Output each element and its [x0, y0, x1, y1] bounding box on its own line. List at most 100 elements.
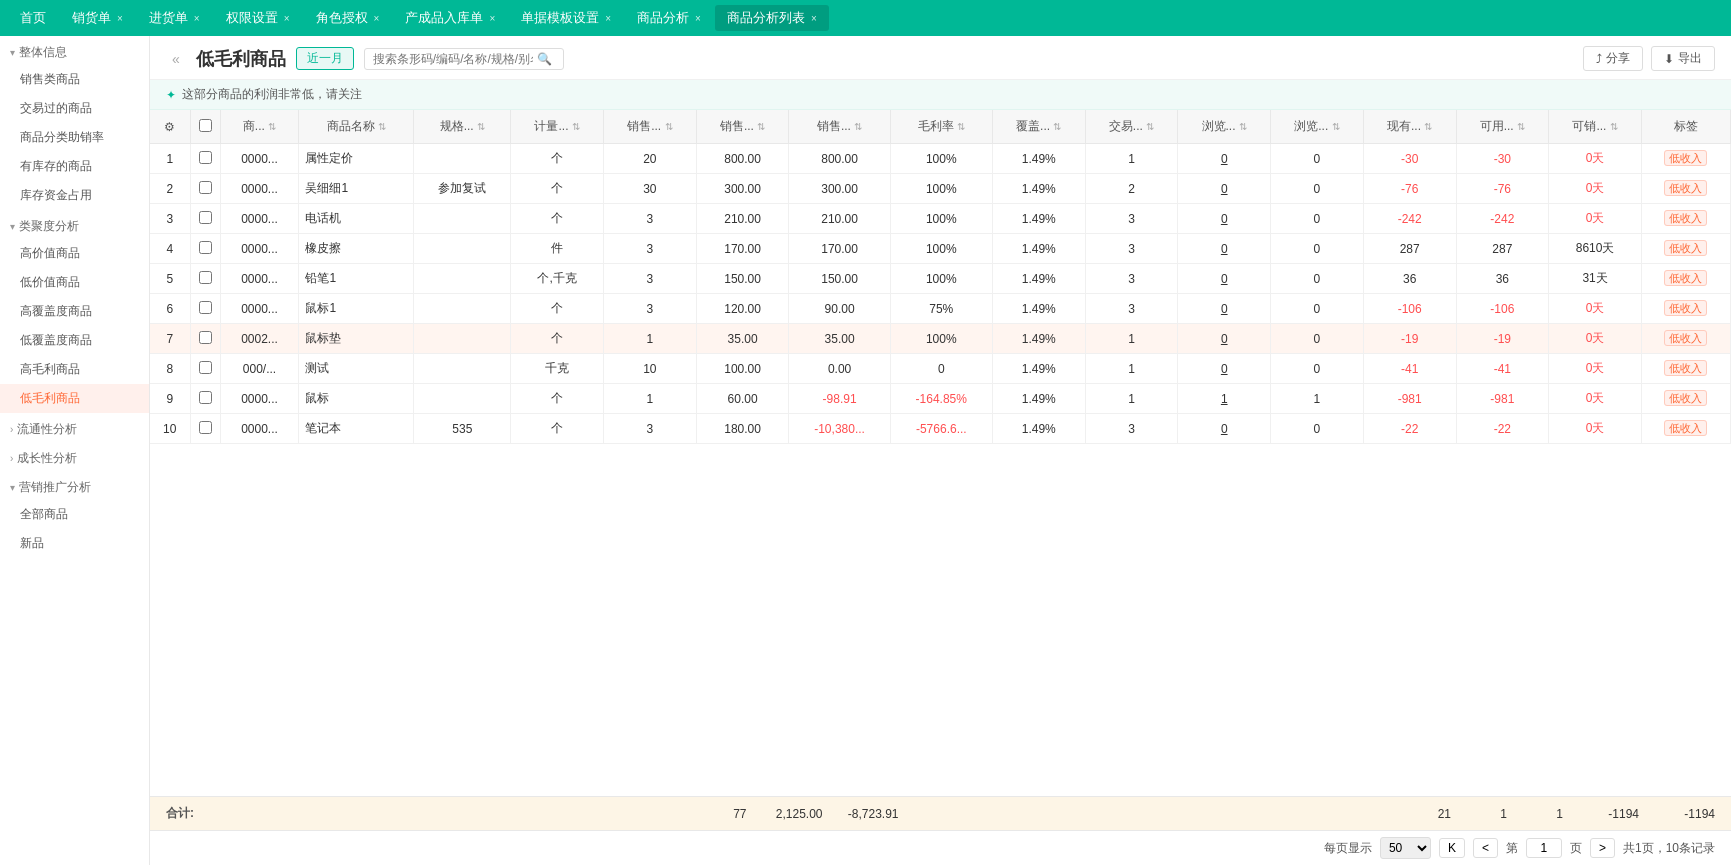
row-view1[interactable]: 0: [1178, 264, 1271, 294]
collapse-sidebar-icon[interactable]: «: [166, 49, 186, 69]
close-icon[interactable]: ×: [489, 13, 495, 24]
search-icon[interactable]: 🔍: [537, 52, 552, 66]
col-code[interactable]: 商... ⇅: [220, 110, 299, 144]
row-view1[interactable]: 0: [1178, 144, 1271, 174]
nav-item-sales[interactable]: 销货单 ×: [60, 5, 135, 31]
col-stock[interactable]: 现有... ⇅: [1363, 110, 1456, 144]
row-checkbox[interactable]: [190, 204, 220, 234]
col-view2[interactable]: 浏览... ⇅: [1271, 110, 1364, 144]
row-checkbox[interactable]: [190, 294, 220, 324]
col-name[interactable]: 商品名称 ⇅: [299, 110, 414, 144]
next-page-button[interactable]: >: [1590, 838, 1615, 858]
nav-item-product-analysis[interactable]: 商品分析 ×: [625, 5, 713, 31]
row-select-checkbox[interactable]: [199, 211, 212, 224]
per-page-select[interactable]: 50 100 200: [1380, 837, 1431, 859]
filter-recent-month-button[interactable]: 近一月: [296, 47, 354, 70]
row-checkbox[interactable]: [190, 264, 220, 294]
page-number-input[interactable]: [1526, 838, 1562, 858]
row-view1[interactable]: 0: [1178, 354, 1271, 384]
row-select-checkbox[interactable]: [199, 391, 212, 404]
row-checkbox[interactable]: [190, 174, 220, 204]
sidebar-section-liquidity[interactable]: › 流通性分析: [0, 413, 149, 442]
row-checkbox[interactable]: [190, 414, 220, 444]
close-icon[interactable]: ×: [374, 13, 380, 24]
col-unit[interactable]: 计量... ⇅: [511, 110, 604, 144]
settings-icon[interactable]: ⚙: [164, 120, 175, 134]
total-info: 共1页，10条记录: [1623, 840, 1715, 857]
search-input[interactable]: [373, 52, 533, 66]
nav-item-purchase[interactable]: 进货单 ×: [137, 5, 212, 31]
close-icon[interactable]: ×: [811, 13, 817, 24]
sidebar-section-growth[interactable]: › 成长性分析: [0, 442, 149, 471]
row-view1[interactable]: 0: [1178, 414, 1271, 444]
export-button[interactable]: ⬇ 导出: [1651, 46, 1715, 71]
row-view1[interactable]: 0: [1178, 324, 1271, 354]
nav-item-template[interactable]: 单据模板设置 ×: [509, 5, 623, 31]
row-select-checkbox[interactable]: [199, 241, 212, 254]
sidebar-item-low-value[interactable]: 低价值商品: [0, 268, 149, 297]
close-icon[interactable]: ×: [695, 13, 701, 24]
col-profit[interactable]: 销售... ⇅: [789, 110, 890, 144]
row-view2: 0: [1271, 354, 1364, 384]
prev-page-button[interactable]: <: [1473, 838, 1498, 858]
sidebar-item-category-rate[interactable]: 商品分类助销率: [0, 123, 149, 152]
nav-item-product-entry[interactable]: 产成品入库单 ×: [393, 5, 507, 31]
col-trade[interactable]: 交易... ⇅: [1085, 110, 1178, 144]
row-view1[interactable]: 0: [1178, 204, 1271, 234]
row-view1[interactable]: 0: [1178, 294, 1271, 324]
col-profit-rate[interactable]: 毛利率 ⇅: [890, 110, 992, 144]
col-avail[interactable]: 可用... ⇅: [1456, 110, 1549, 144]
row-select-checkbox[interactable]: [199, 271, 212, 284]
row-checkbox[interactable]: [190, 234, 220, 264]
close-icon[interactable]: ×: [194, 13, 200, 24]
row-select-checkbox[interactable]: [199, 301, 212, 314]
col-spec[interactable]: 规格... ⇅: [414, 110, 511, 144]
sidebar-item-sales-goods[interactable]: 销售类商品: [0, 65, 149, 94]
col-coverage[interactable]: 覆盖... ⇅: [992, 110, 1085, 144]
sidebar-item-high-margin[interactable]: 高毛利商品: [0, 355, 149, 384]
sidebar-item-traded-goods[interactable]: 交易过的商品: [0, 94, 149, 123]
nav-item-analysis-list[interactable]: 商品分析列表 ×: [715, 5, 829, 31]
sidebar-item-low-margin[interactable]: 低毛利商品: [0, 384, 149, 413]
row-checkbox[interactable]: [190, 354, 220, 384]
sidebar-item-capital-usage[interactable]: 库存资金占用: [0, 181, 149, 210]
close-icon[interactable]: ×: [284, 13, 290, 24]
sidebar-item-all-goods[interactable]: 全部商品: [0, 500, 149, 529]
col-view1[interactable]: 浏览... ⇅: [1178, 110, 1271, 144]
sidebar-section-marketing[interactable]: ▾ 营销推广分析: [0, 471, 149, 500]
nav-item-roles[interactable]: 角色授权 ×: [304, 5, 392, 31]
sidebar-item-new-goods[interactable]: 新品: [0, 529, 149, 558]
sidebar-item-low-coverage[interactable]: 低覆盖度商品: [0, 326, 149, 355]
row-no: 4: [150, 234, 190, 264]
row-view1[interactable]: 0: [1178, 174, 1271, 204]
row-select-checkbox[interactable]: [199, 331, 212, 344]
close-icon[interactable]: ×: [605, 13, 611, 24]
row-checkbox[interactable]: [190, 324, 220, 354]
select-all-checkbox[interactable]: [199, 119, 212, 132]
col-qty[interactable]: 销售... ⇅: [604, 110, 697, 144]
row-checkbox[interactable]: [190, 144, 220, 174]
col-price[interactable]: 销售... ⇅: [696, 110, 789, 144]
row-checkbox[interactable]: [190, 384, 220, 414]
sidebar-item-high-value[interactable]: 高价值商品: [0, 239, 149, 268]
sidebar-item-high-coverage[interactable]: 高覆盖度商品: [0, 297, 149, 326]
row-view1[interactable]: 0: [1178, 234, 1271, 264]
row-avail: -242: [1456, 204, 1549, 234]
nav-item-permissions[interactable]: 权限设置 ×: [214, 5, 302, 31]
close-icon[interactable]: ×: [117, 13, 123, 24]
row-select-checkbox[interactable]: [199, 181, 212, 194]
row-select-checkbox[interactable]: [199, 361, 212, 374]
col-sellable[interactable]: 可销... ⇅: [1549, 110, 1642, 144]
col-tag[interactable]: 标签: [1641, 110, 1730, 144]
row-view1[interactable]: 1: [1178, 384, 1271, 414]
row-spec: [414, 234, 511, 264]
row-select-checkbox[interactable]: [199, 151, 212, 164]
first-page-button[interactable]: K: [1439, 838, 1465, 858]
sidebar-section-overall[interactable]: ▾ 整体信息: [0, 36, 149, 65]
col-settings[interactable]: ⚙: [150, 110, 190, 144]
share-button[interactable]: ⤴ 分享: [1583, 46, 1643, 71]
row-select-checkbox[interactable]: [199, 421, 212, 434]
nav-item-home[interactable]: 首页: [8, 5, 58, 31]
sidebar-item-stocked-goods[interactable]: 有库存的商品: [0, 152, 149, 181]
sidebar-section-cluster[interactable]: ▾ 类聚度分析: [0, 210, 149, 239]
